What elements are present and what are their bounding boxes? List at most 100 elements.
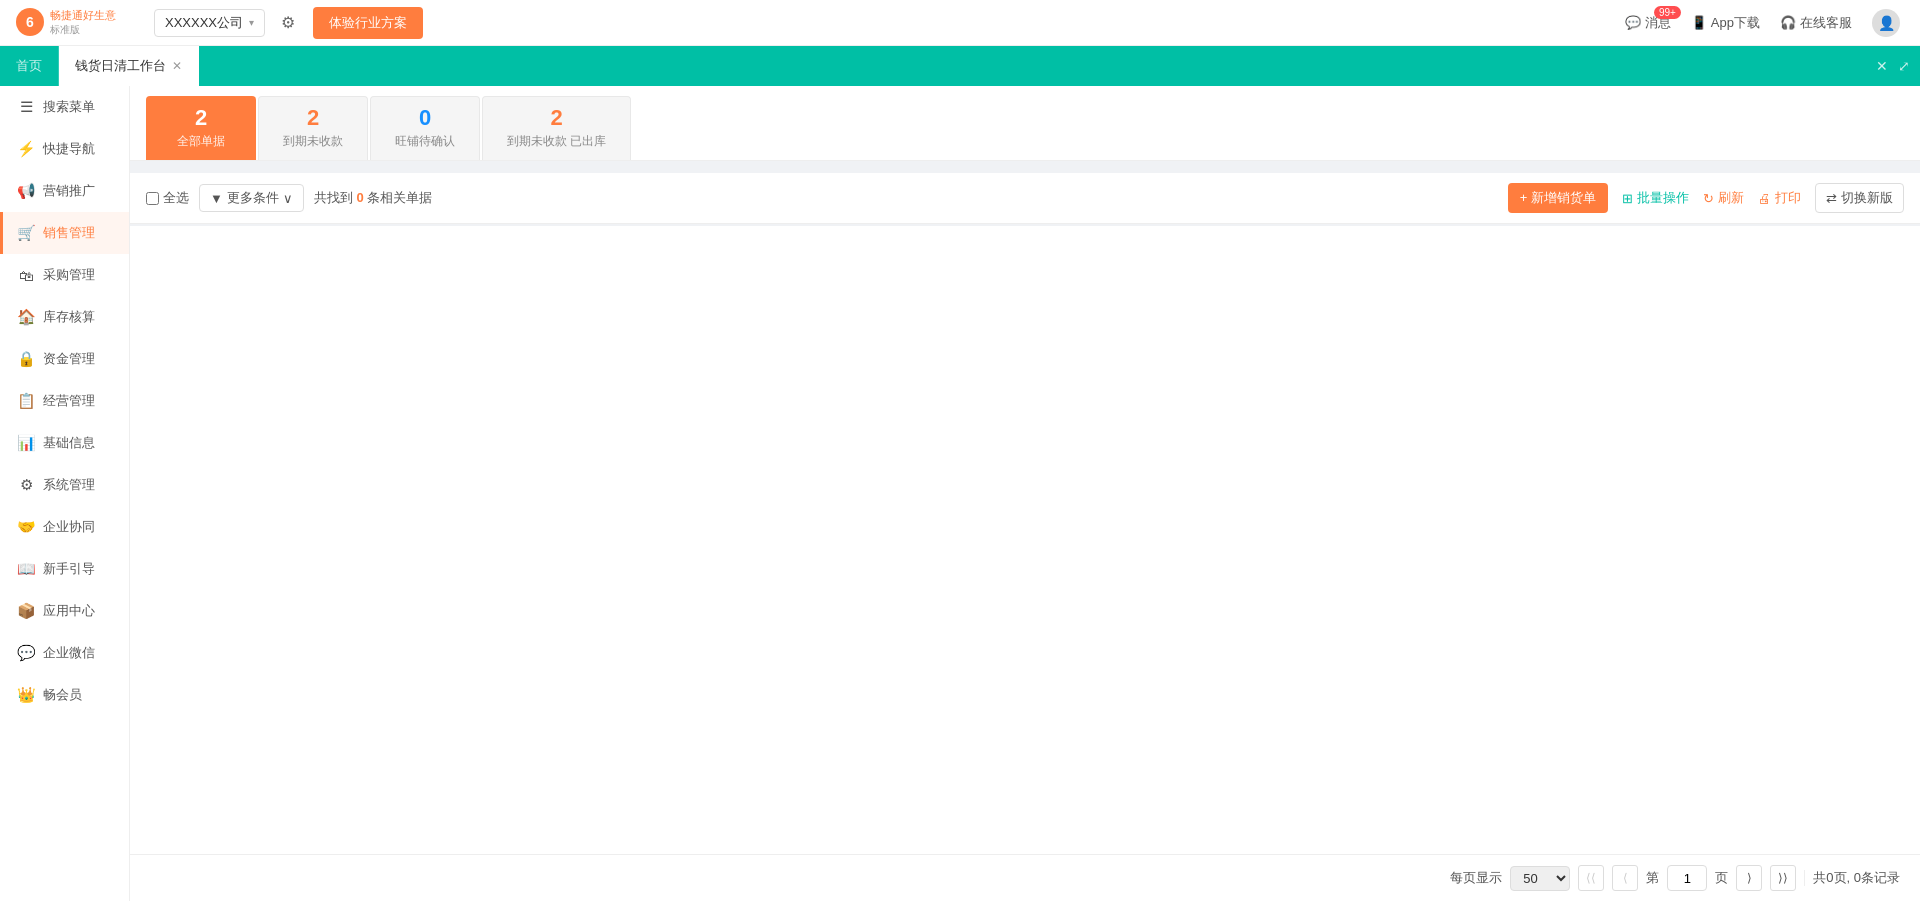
sidebar-item-sales[interactable]: 🛒 销售管理 (0, 212, 129, 254)
sidebar-item-appstore[interactable]: 📦 应用中心 (0, 590, 129, 632)
batch-label: 批量操作 (1637, 189, 1689, 207)
sidebar-label-marketing: 营销推广 (43, 182, 95, 200)
finance-icon: 🔒 (17, 350, 35, 368)
switch-icon: ⇄ (1826, 191, 1837, 206)
pagination: 每页显示 50 100 ⟨⟨ ⟨ 第 页 ⟩ ⟩⟩ 共0页, 0条记录 (130, 854, 1920, 901)
company-selector[interactable]: XXXXXX公司 ▾ (154, 9, 265, 37)
purchase-icon: 🛍 (17, 267, 35, 284)
close-icon[interactable]: ✕ (172, 59, 182, 73)
avatar-icon: 👤 (1872, 9, 1900, 37)
first-page-button[interactable]: ⟨⟨ (1578, 865, 1604, 891)
filter-button[interactable]: ▼ 更多条件 ∨ (199, 184, 304, 212)
marketing-icon: 📢 (17, 182, 35, 200)
sidebar-item-shortcut[interactable]: ⚡ 快捷导航 (0, 128, 129, 170)
per-page-select[interactable]: 50 100 (1510, 866, 1570, 891)
batch-button[interactable]: ⊞ 批量操作 (1622, 189, 1689, 207)
print-label: 打印 (1775, 189, 1801, 207)
tab-home-label: 首页 (16, 57, 42, 75)
message-button[interactable]: 💬 消息 99+ (1625, 14, 1671, 32)
wechat-icon: 💬 (17, 644, 35, 662)
stat-wangpu-label: 旺铺待确认 (395, 133, 455, 150)
sidebar-item-search[interactable]: ☰ 搜索菜单 (0, 86, 129, 128)
sidebar-label-finance: 资金管理 (43, 350, 95, 368)
company-name: XXXXXX公司 (165, 14, 243, 32)
new-order-button[interactable]: + 新增销货单 (1508, 183, 1608, 213)
refresh-button[interactable]: ↻ 刷新 (1703, 189, 1744, 207)
tab-home[interactable]: 首页 (0, 46, 59, 86)
last-page-button[interactable]: ⟩⟩ (1770, 865, 1796, 891)
page-input[interactable] (1667, 865, 1707, 891)
stats-tabs-row: 2 全部单据 2 到期未收款 0 旺铺待确认 2 到期未收款 已出库 (146, 96, 1904, 160)
app-version: 标准版 (50, 23, 116, 37)
found-suffix: 条相关单据 (367, 190, 432, 205)
minimize-icon[interactable]: ✕ (1876, 58, 1888, 74)
sidebar-item-purchase[interactable]: 🛍 采购管理 (0, 254, 129, 296)
sidebar-label-wechat: 企业微信 (43, 644, 95, 662)
trial-button[interactable]: 体验行业方案 (313, 7, 423, 39)
user-avatar[interactable]: 👤 (1872, 9, 1904, 37)
stats-tabs: 2 全部单据 2 到期未收款 0 旺铺待确认 2 到期未收款 已出库 (130, 86, 1920, 161)
stat-shipped-num: 2 (507, 105, 606, 131)
stat-tab-shipped[interactable]: 2 到期未收款 已出库 (482, 96, 631, 160)
sidebar-item-finance[interactable]: 🔒 资金管理 (0, 338, 129, 380)
logo-area: 6 畅捷通好生意 标准版 (16, 8, 146, 36)
switch-label: 切换新版 (1841, 189, 1893, 207)
sidebar-label-enterprise: 企业协同 (43, 518, 95, 536)
sidebar-label-search: 搜索菜单 (43, 98, 95, 116)
tab-workbench-label: 钱货日清工作台 (75, 57, 166, 75)
page-label: 第 (1646, 869, 1659, 887)
filter-icon: ▼ (210, 191, 223, 206)
print-icon: 🖨 (1758, 191, 1771, 206)
download-icon: 📱 (1691, 15, 1707, 30)
member-icon: 👑 (17, 686, 35, 704)
found-prefix: 共找到 (314, 190, 353, 205)
system-icon: ⚙ (17, 476, 35, 494)
stat-tab-wangpu[interactable]: 0 旺铺待确认 (370, 96, 480, 160)
top-bar: 6 畅捷通好生意 标准版 XXXXXX公司 ▾ ⚙ 体验行业方案 💬 消息 99… (0, 0, 1920, 46)
sidebar-label-system: 系统管理 (43, 476, 95, 494)
sidebar-item-inventory[interactable]: 🏠 库存核算 (0, 296, 129, 338)
select-all-input[interactable] (146, 192, 159, 205)
app-name: 畅捷通好生意 (50, 8, 116, 22)
stat-tab-overdue[interactable]: 2 到期未收款 (258, 96, 368, 160)
settings-button[interactable]: ⚙ (273, 8, 303, 38)
sidebar: ☰ 搜索菜单 ⚡ 快捷导航 📢 营销推广 🛒 销售管理 🛍 采购管理 🏠 库 (0, 86, 130, 901)
logo-icon: 6 (16, 8, 44, 36)
enterprise-icon: 🤝 (17, 518, 35, 536)
message-badge: 99+ (1654, 6, 1681, 19)
found-num: 0 (357, 190, 364, 205)
switch-version-button[interactable]: ⇄ 切换新版 (1815, 183, 1904, 213)
inventory-icon: 🏠 (17, 308, 35, 326)
sidebar-item-marketing[interactable]: 📢 营销推广 (0, 170, 129, 212)
stat-tab-all[interactable]: 2 全部单据 (146, 96, 256, 160)
select-all-checkbox[interactable]: 全选 (146, 189, 189, 207)
page-suffix: 页 (1715, 869, 1728, 887)
sidebar-label-inventory: 库存核算 (43, 308, 95, 326)
sidebar-label-guide: 新手引导 (43, 560, 95, 578)
print-button[interactable]: 🖨 打印 (1758, 189, 1801, 207)
prev-page-button[interactable]: ⟨ (1612, 865, 1638, 891)
next-page-button[interactable]: ⟩ (1736, 865, 1762, 891)
sidebar-item-guide[interactable]: 📖 新手引导 (0, 548, 129, 590)
sidebar-item-wechat[interactable]: 💬 企业微信 (0, 632, 129, 674)
table-area (130, 226, 1920, 854)
sidebar-item-member[interactable]: 👑 畅会员 (0, 674, 129, 716)
maximize-icon[interactable]: ⤢ (1898, 58, 1910, 74)
sidebar-nav: ☰ 搜索菜单 ⚡ 快捷导航 📢 营销推广 🛒 销售管理 🛍 采购管理 🏠 库 (0, 86, 129, 716)
content-area: 2 全部单据 2 到期未收款 0 旺铺待确认 2 到期未收款 已出库 (130, 86, 1920, 901)
per-page-label: 每页显示 (1450, 869, 1502, 887)
app-download-button[interactable]: 📱 App下载 (1691, 14, 1760, 32)
shortcut-icon: ⚡ (17, 140, 35, 158)
stat-shipped-label: 到期未收款 已出库 (507, 133, 606, 150)
sidebar-item-system[interactable]: ⚙ 系统管理 (0, 464, 129, 506)
refresh-icon: ↻ (1703, 191, 1714, 206)
operations-icon: 📋 (17, 392, 35, 410)
sidebar-item-basics[interactable]: 📊 基础信息 (0, 422, 129, 464)
stat-overdue-label: 到期未收款 (283, 133, 343, 150)
tab-workbench[interactable]: 钱货日清工作台 ✕ (59, 46, 199, 86)
online-service-button[interactable]: 🎧 在线客服 (1780, 14, 1852, 32)
search-icon: ☰ (17, 98, 35, 116)
sidebar-item-operations[interactable]: 📋 经营管理 (0, 380, 129, 422)
total-label: 共0页, 0条记录 (1813, 869, 1900, 887)
sidebar-item-enterprise[interactable]: 🤝 企业协同 (0, 506, 129, 548)
